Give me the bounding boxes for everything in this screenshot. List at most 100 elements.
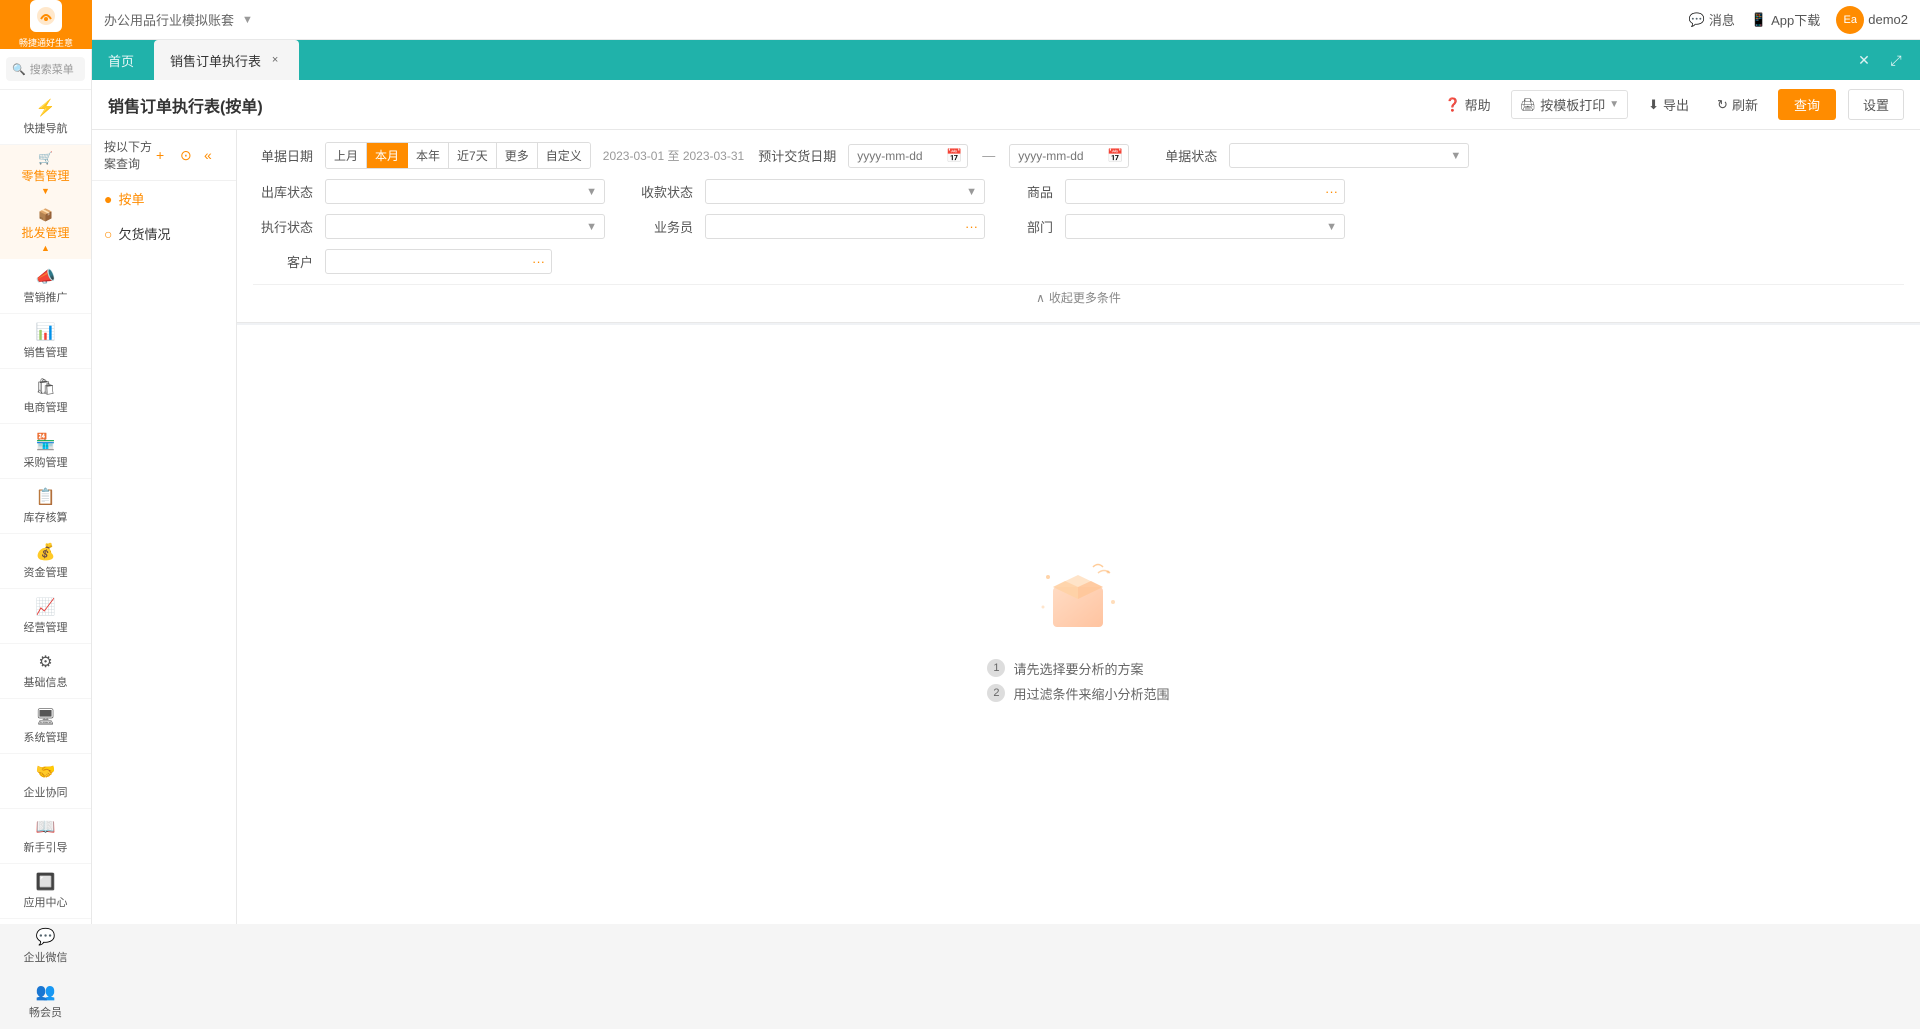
- sidebar-item-apps[interactable]: 🔲 应用中心: [0, 864, 91, 919]
- scheme-item-order[interactable]: ● 按单: [92, 181, 236, 216]
- receipt-status-select[interactable]: [705, 179, 985, 204]
- step-1-text: 请先选择要分析的方案: [1013, 659, 1143, 678]
- sidebar-item-finance[interactable]: 💰 资金管理: [0, 534, 91, 589]
- wholesale-label: 批发管理: [21, 224, 69, 241]
- print-label: 按模板打印: [1540, 95, 1605, 114]
- settings-btn[interactable]: 设置: [1848, 89, 1904, 120]
- sidebar-item-retail[interactable]: 🛒 零售管理 ▼: [0, 145, 91, 202]
- empty-illustration: [1028, 547, 1128, 647]
- sidebar-item-operations[interactable]: 📈 经营管理: [0, 589, 91, 644]
- tab-maximize-btn[interactable]: ⤢: [1884, 48, 1908, 72]
- product-input[interactable]: [1072, 184, 1325, 199]
- scheme-item-shortage-icon: ○: [104, 226, 112, 242]
- guide-icon: 📖: [36, 817, 56, 837]
- sidebar-item-marketing[interactable]: 📣 营销推广: [0, 259, 91, 314]
- date-btn-this-year[interactable]: 本年: [408, 143, 449, 168]
- empty-step-1: 1 请先选择要分析的方案: [987, 659, 1169, 678]
- date-range-text: 2023-03-01 至 2023-03-31: [603, 147, 744, 164]
- tab-bar: 首页 销售订单执行表 × ✕ ⤢: [92, 40, 1920, 80]
- sidebar-item-inventory[interactable]: 📋 库存核算: [0, 479, 91, 534]
- guide-label: 新手引导: [24, 839, 68, 855]
- salesperson-more-icon[interactable]: ···: [965, 219, 978, 234]
- sidebar-item-purchase[interactable]: 🏪 采购管理: [0, 424, 91, 479]
- sidebar-item-wechat[interactable]: 💬 企业微信: [0, 919, 91, 974]
- filter-row-2: 出库状态 ▼ 收款状态 ▼: [253, 179, 1904, 204]
- expected-delivery-start-wrapper: 📅: [848, 144, 968, 168]
- wholesale-icon: 📦: [38, 208, 53, 222]
- tab-close-btn[interactable]: ×: [267, 52, 283, 68]
- wholesale-arrow: ▲: [41, 243, 50, 253]
- page-content: 销售订单执行表(按单) ❓ 帮助 🖨 按模板打印 ▼ ⬇ 导出 ↻ 刷新: [92, 80, 1920, 924]
- sidebar-item-ecommerce[interactable]: 🛍 电商管理: [0, 369, 91, 424]
- tab-minimize-btn[interactable]: ✕: [1852, 48, 1876, 72]
- execution-status-select[interactable]: [325, 214, 605, 239]
- date-range-buttons: 上月 本月 本年 近7天 更多 自定义: [325, 142, 591, 169]
- date-btn-7days[interactable]: 近7天: [449, 143, 497, 168]
- left-panel: 按以下方案查询 + ⊙ « ● 按单 ○ 欠: [92, 130, 237, 924]
- help-btn[interactable]: ❓ 帮助: [1436, 91, 1498, 118]
- search-icon: 🔍: [12, 63, 26, 76]
- cooperation-icon: 🤝: [36, 762, 56, 782]
- query-btn[interactable]: 查询: [1778, 89, 1836, 120]
- user-menu-btn[interactable]: Ea demo2: [1836, 6, 1908, 34]
- tab-sales-orders[interactable]: 销售订单执行表 ×: [154, 40, 299, 80]
- delivery-status-wrapper: ▼: [325, 179, 605, 204]
- expected-delivery-label: 预计交货日期: [756, 146, 836, 165]
- members-icon: 👥: [36, 982, 56, 1002]
- scheme-item-shortage[interactable]: ○ 欠货情况: [92, 216, 236, 251]
- salesperson-input[interactable]: [712, 219, 965, 234]
- copy-scheme-btn[interactable]: ⊙: [180, 145, 200, 165]
- sidebar-item-guide[interactable]: 📖 新手引导: [0, 809, 91, 864]
- step-num-1: 1: [987, 659, 1005, 677]
- retail-arrow: ▼: [41, 186, 50, 196]
- logo-icon: [30, 0, 62, 32]
- tab-active-label: 销售订单执行表: [170, 51, 261, 70]
- order-status-select[interactable]: [1229, 143, 1469, 168]
- delivery-status-select[interactable]: [325, 179, 605, 204]
- sidebar-item-members[interactable]: 👥 畅会员: [0, 974, 91, 1029]
- basics-label: 基础信息: [24, 674, 68, 690]
- export-btn[interactable]: ⬇ 导出: [1640, 91, 1697, 118]
- search-menu-btn[interactable]: 🔍 搜索菜单: [6, 57, 85, 81]
- customer-input[interactable]: [332, 254, 532, 269]
- scheme-item-order-icon: ●: [104, 191, 112, 207]
- sidebar-item-wholesale[interactable]: 📦 批发管理 ▲: [0, 202, 91, 259]
- refresh-label: 刷新: [1732, 95, 1758, 114]
- sidebar-item-system[interactable]: 🖥 系统管理: [0, 699, 91, 754]
- customer-more-icon[interactable]: ···: [532, 254, 545, 269]
- apps-label: 应用中心: [24, 894, 68, 910]
- tab-home-label: 首页: [108, 51, 134, 70]
- order-status-label: 单据状态: [1157, 146, 1217, 165]
- print-btn[interactable]: 🖨 按模板打印 ▼: [1511, 90, 1628, 119]
- calendar-end-icon: 📅: [1107, 148, 1123, 164]
- scheme-item-order-label: 按单: [118, 189, 144, 208]
- topbar-arrow[interactable]: ▼: [242, 14, 253, 26]
- message-icon: 💬: [1689, 12, 1705, 28]
- user-name: demo2: [1868, 12, 1908, 27]
- purchase-icon: 🏪: [36, 432, 56, 452]
- expected-delivery-end-wrapper: 📅: [1009, 144, 1129, 168]
- date-btn-custom[interactable]: 自定义: [538, 143, 590, 168]
- delivery-status-label: 出库状态: [253, 182, 313, 201]
- sidebar-item-basics[interactable]: ⚙ 基础信息: [0, 644, 91, 699]
- tab-home[interactable]: 首页: [92, 40, 150, 80]
- app-logo[interactable]: 畅捷通好生意: [0, 0, 92, 49]
- sidebar-item-quicknav[interactable]: ⚡ 快捷导航: [0, 90, 91, 145]
- department-select[interactable]: [1065, 214, 1345, 239]
- sidebar-item-sales[interactable]: 📊 销售管理: [0, 314, 91, 369]
- ecommerce-icon: 🛍: [35, 377, 55, 397]
- collapse-filters-btn[interactable]: ∧ 收起更多条件: [253, 284, 1904, 310]
- calendar-start-icon: 📅: [946, 148, 962, 164]
- add-scheme-btn[interactable]: +: [156, 145, 176, 165]
- date-btn-more[interactable]: 更多: [497, 143, 538, 168]
- collapse-panel-btn[interactable]: «: [204, 145, 224, 165]
- refresh-btn[interactable]: ↻ 刷新: [1709, 91, 1766, 118]
- message-btn[interactable]: 💬 消息: [1689, 10, 1735, 29]
- app-download-btn[interactable]: 📱 App下载: [1751, 10, 1820, 29]
- sidebar-item-cooperation[interactable]: 🤝 企业协同: [0, 754, 91, 809]
- members-label: 畅会员: [29, 1004, 62, 1020]
- sales-icon: 📊: [36, 322, 56, 342]
- date-btn-this-month[interactable]: 本月: [367, 143, 408, 168]
- product-more-icon[interactable]: ···: [1325, 184, 1338, 199]
- date-btn-last-month[interactable]: 上月: [326, 143, 367, 168]
